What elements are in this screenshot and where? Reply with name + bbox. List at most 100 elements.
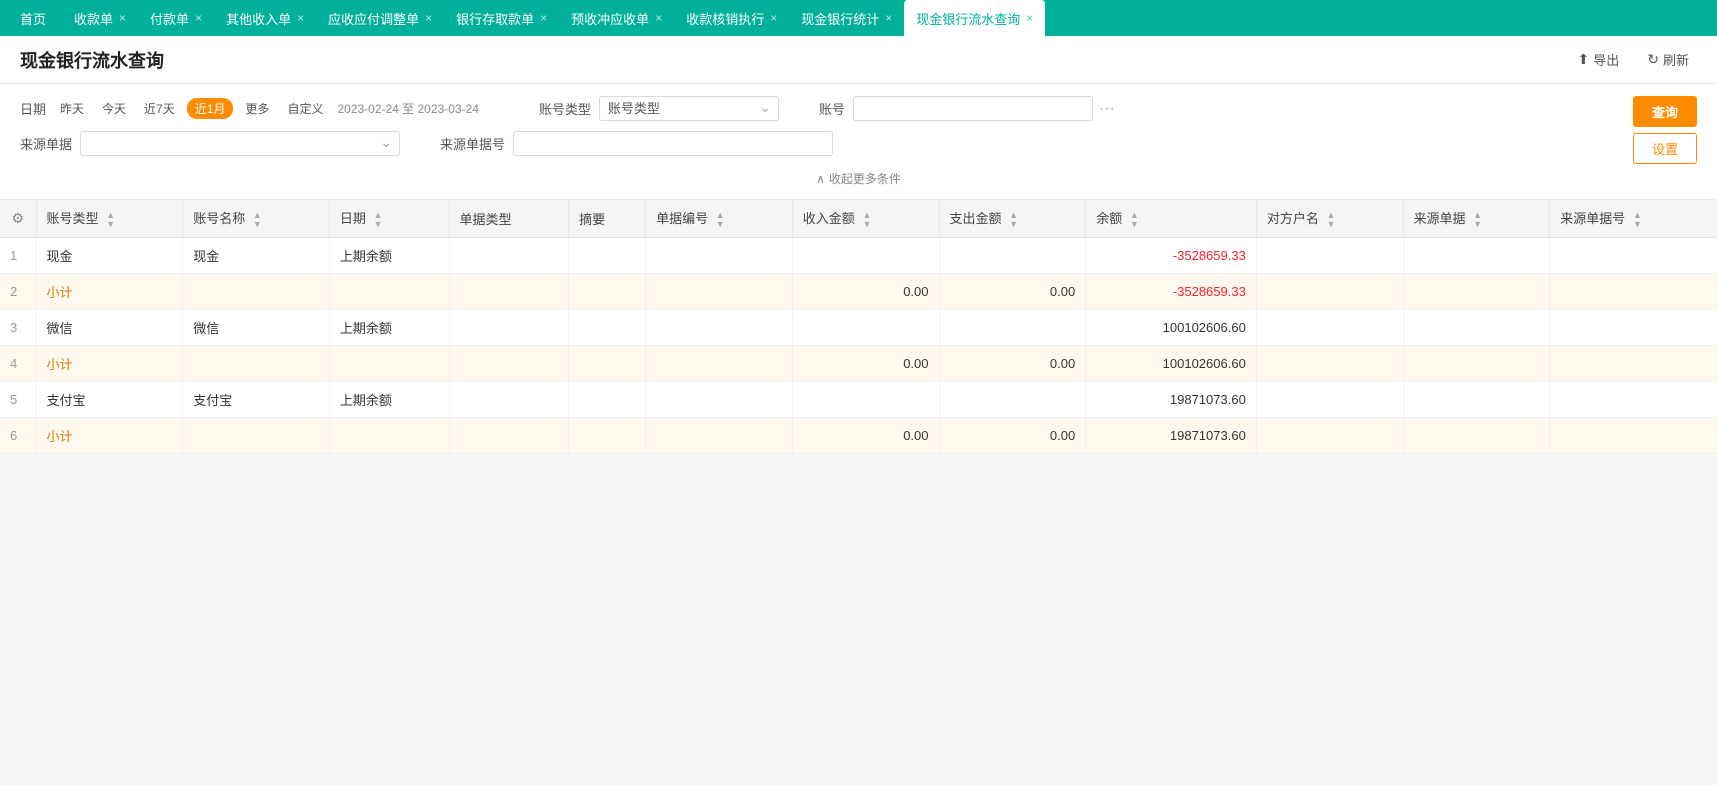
cell-doc-no: [646, 237, 793, 273]
source-doc-no-input[interactable]: [513, 131, 833, 156]
col-account-name[interactable]: 账号名称 ▲▼: [183, 200, 330, 237]
collapse-bar[interactable]: ∧ 收起更多条件: [20, 164, 1697, 191]
nav-tab-2[interactable]: 其他收入单 ×: [214, 0, 316, 36]
col-account-type[interactable]: 账号类型 ▲▼: [36, 200, 183, 237]
account-no-input[interactable]: [853, 96, 1093, 121]
cell-account-name: 支付宝: [183, 381, 330, 417]
cell-source-doc-no: [1550, 237, 1717, 273]
nav-tab-4[interactable]: 银行存取款单 ×: [444, 0, 559, 36]
col-source-doc[interactable]: 来源单据 ▲▼: [1403, 200, 1550, 237]
cell-source-doc: [1403, 273, 1550, 309]
nav-tab-0[interactable]: 收款单 ×: [62, 0, 138, 36]
cell-summary: [569, 273, 646, 309]
col-summary[interactable]: 摘要: [569, 200, 646, 237]
query-button[interactable]: 查询: [1633, 96, 1697, 127]
account-type-label: 账号类型: [539, 99, 591, 118]
right-buttons: 查询 设置: [1633, 96, 1697, 164]
nav-tab-6[interactable]: 收款核销执行 ×: [674, 0, 789, 36]
nav-tab-8[interactable]: 现金银行流水查询 ×: [904, 0, 1045, 36]
date-btn-more[interactable]: 更多: [239, 98, 275, 119]
cell-doc-no: [646, 417, 793, 453]
close-tab-2[interactable]: ×: [297, 11, 304, 25]
close-tab-7[interactable]: ×: [885, 11, 892, 25]
date-btn-7days[interactable]: 近7天: [138, 98, 181, 119]
col-source-doc-no[interactable]: 来源单据号 ▲▼: [1550, 200, 1717, 237]
account-no-ellipsis[interactable]: ···: [1093, 100, 1121, 118]
refresh-button[interactable]: ↻ 刷新: [1639, 46, 1697, 73]
cell-doc-type: [449, 237, 569, 273]
cell-source-doc-no: [1550, 417, 1717, 453]
cell-index: 3: [0, 309, 36, 345]
cell-date: 上期余额: [329, 381, 449, 417]
col-income[interactable]: 收入金额 ▲▼: [792, 200, 939, 237]
nav-tab-5[interactable]: 预收冲应收单 ×: [559, 0, 674, 36]
cell-index: 2: [0, 273, 36, 309]
export-button[interactable]: ⬆ 导出: [1570, 46, 1628, 73]
close-tab-8[interactable]: ×: [1026, 11, 1033, 25]
account-type-select[interactable]: 账号类型: [599, 96, 779, 121]
cell-date: [329, 273, 449, 309]
nav-tab-3[interactable]: 应收应付调整单 ×: [316, 0, 444, 36]
nav-home[interactable]: 首页: [4, 9, 62, 28]
col-doc-type[interactable]: 单据类型: [449, 200, 569, 237]
col-doc-no[interactable]: 单据编号 ▲▼: [646, 200, 793, 237]
close-tab-6[interactable]: ×: [770, 11, 777, 25]
cell-source-doc: [1403, 381, 1550, 417]
table-row: 2 小计 0.00 0.00 -3528659.33: [0, 273, 1717, 309]
date-btn-1month[interactable]: 近1月: [187, 98, 234, 119]
cell-source-doc: [1403, 417, 1550, 453]
gear-icon[interactable]: ⚙: [11, 210, 24, 226]
close-tab-4[interactable]: ×: [540, 11, 547, 25]
cell-index: 6: [0, 417, 36, 453]
col-balance[interactable]: 余额 ▲▼: [1086, 200, 1257, 237]
cell-doc-no: [646, 345, 793, 381]
table-header: ⚙ 账号类型 ▲▼ 账号名称 ▲▼ 日期 ▲▼ 单据类型 摘: [0, 200, 1717, 237]
cell-expense: 0.00: [939, 417, 1086, 453]
cell-date: 上期余额: [329, 309, 449, 345]
table-row: 4 小计 0.00 0.00 100102606.60: [0, 345, 1717, 381]
cell-account-type: 小计: [36, 417, 183, 453]
source-doc-select[interactable]: [80, 131, 400, 156]
cell-date: [329, 417, 449, 453]
col-settings[interactable]: ⚙: [0, 200, 36, 237]
cell-source-doc-no: [1550, 309, 1717, 345]
data-table: ⚙ 账号类型 ▲▼ 账号名称 ▲▼ 日期 ▲▼ 单据类型 摘: [0, 200, 1717, 454]
close-tab-1[interactable]: ×: [195, 11, 202, 25]
cell-doc-type: [449, 273, 569, 309]
cell-income: [792, 237, 939, 273]
export-icon: ⬆: [1578, 51, 1590, 68]
col-date[interactable]: 日期 ▲▼: [329, 200, 449, 237]
cell-counterparty: [1256, 273, 1403, 309]
account-no-group: 账号 ···: [819, 96, 1121, 121]
cell-doc-no: [646, 273, 793, 309]
table-row: 3 微信 微信 上期余额 100102606.60: [0, 309, 1717, 345]
nav-tab-7[interactable]: 现金银行统计 ×: [789, 0, 904, 36]
close-tab-0[interactable]: ×: [119, 11, 126, 25]
date-btn-today[interactable]: 今天: [96, 98, 132, 119]
settings-button[interactable]: 设置: [1633, 133, 1697, 164]
cell-counterparty: [1256, 417, 1403, 453]
collapse-up-icon: ∧: [816, 172, 825, 186]
close-tab-5[interactable]: ×: [655, 11, 662, 25]
source-doc-select-wrapper: [80, 131, 400, 156]
cell-account-type: 现金: [36, 237, 183, 273]
top-nav: 首页 收款单 × 付款单 × 其他收入单 × 应收应付调整单 × 银行存取款单 …: [0, 0, 1717, 36]
close-tab-3[interactable]: ×: [425, 11, 432, 25]
cell-date: 上期余额: [329, 237, 449, 273]
filter-area: 日期 昨天 今天 近7天 近1月 更多 自定义 2023-02-24 至 202…: [0, 84, 1717, 200]
cell-account-type: 小计: [36, 273, 183, 309]
cell-date: [329, 345, 449, 381]
cell-balance: -3528659.33: [1086, 273, 1257, 309]
date-btn-custom[interactable]: 自定义: [281, 98, 329, 119]
cell-source-doc: [1403, 309, 1550, 345]
filter-row-1: 日期 昨天 今天 近7天 近1月 更多 自定义 2023-02-24 至 202…: [20, 96, 1613, 121]
cell-source-doc: [1403, 237, 1550, 273]
cell-summary: [569, 237, 646, 273]
col-expense[interactable]: 支出金额 ▲▼: [939, 200, 1086, 237]
col-counterparty[interactable]: 对方户名 ▲▼: [1256, 200, 1403, 237]
date-btn-yesterday[interactable]: 昨天: [54, 98, 90, 119]
cell-account-name: 现金: [183, 237, 330, 273]
nav-tab-1[interactable]: 付款单 ×: [138, 0, 214, 36]
cell-account-name: [183, 417, 330, 453]
cell-index: 4: [0, 345, 36, 381]
